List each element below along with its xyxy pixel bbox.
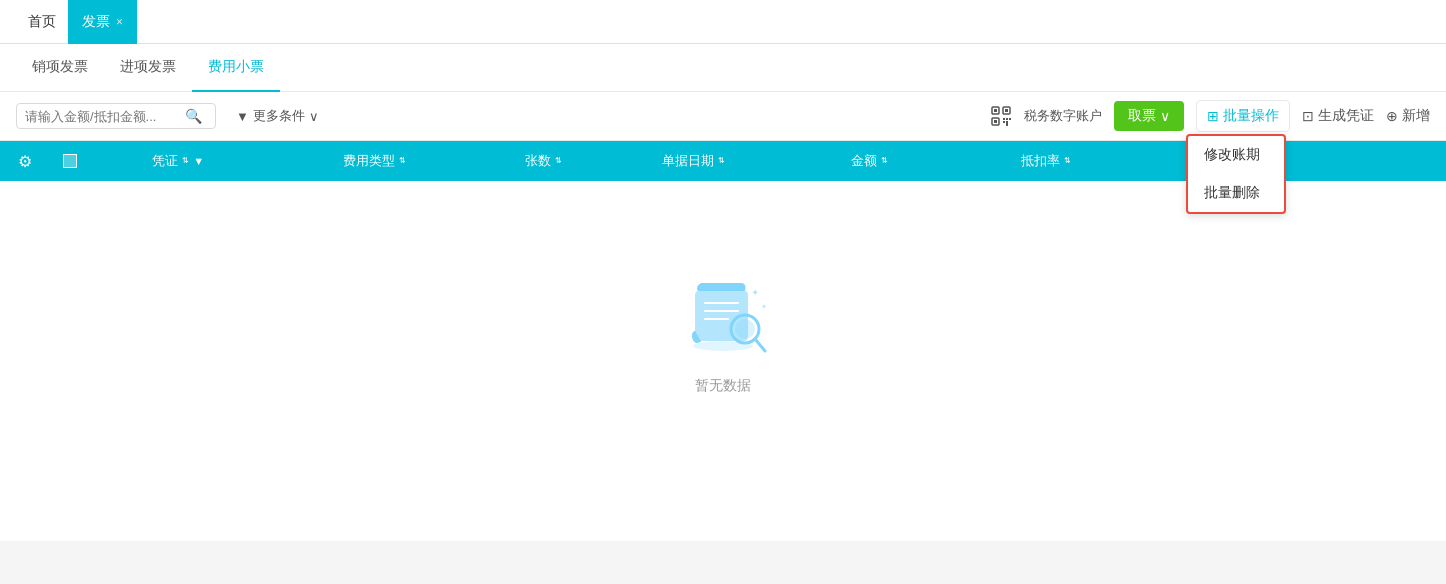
gen-voucher-icon: ⊡ <box>1302 108 1314 124</box>
svg-line-17 <box>755 339 765 351</box>
empty-text: 暂无数据 <box>695 377 751 395</box>
th-extra <box>1350 141 1446 181</box>
dropdown-menu: 修改账期 批量删除 <box>1186 134 1286 214</box>
tab-sales[interactable]: 销项发票 <box>16 44 104 92</box>
add-button[interactable]: ⊕ 新增 <box>1386 107 1430 125</box>
tab-purchase-label: 进项发票 <box>120 58 176 76</box>
batch-op-label: 批量操作 <box>1223 107 1279 125</box>
sort-voucher-icon[interactable]: ⇅ <box>182 157 189 165</box>
sort-deduct-rate-icon[interactable]: ⇅ <box>1064 157 1071 165</box>
svg-rect-6 <box>1003 118 1005 120</box>
dropdown-item-batch-delete[interactable]: 批量删除 <box>1188 174 1284 212</box>
add-label: 新增 <box>1402 107 1430 125</box>
th-checkbox[interactable] <box>50 141 90 181</box>
svg-rect-4 <box>1005 109 1008 112</box>
svg-point-16 <box>735 319 755 339</box>
sort-count-icon[interactable]: ⇅ <box>555 157 562 165</box>
take-ticket-chevron: ∨ <box>1160 108 1170 124</box>
batch-op-button[interactable]: ⊞ 批量操作 <box>1196 100 1290 132</box>
top-nav: 首页 发票 × <box>0 0 1446 44</box>
th-expense-type: 费用类型 ⇅ <box>266 141 482 181</box>
gen-voucher-button[interactable]: ⊡ 生成凭证 <box>1302 107 1374 125</box>
select-all-checkbox[interactable] <box>63 154 77 168</box>
sort-date-icon[interactable]: ⇅ <box>718 157 725 165</box>
tax-account-label: 税务数字账户 <box>1024 108 1102 123</box>
th-settings: ⚙ <box>0 141 50 181</box>
batch-op-icon: ⊞ <box>1207 108 1219 124</box>
tax-account-button[interactable]: 税务数字账户 <box>1024 107 1102 125</box>
invoice-tab-label: 发票 <box>82 13 110 31</box>
search-wrap: 🔍 <box>16 103 216 129</box>
home-link[interactable]: 首页 <box>16 13 68 31</box>
invoice-tab[interactable]: 发票 × <box>68 0 137 44</box>
filter-icon: ▼ <box>236 109 249 124</box>
gen-voucher-label: 生成凭证 <box>1318 107 1374 125</box>
filter-button[interactable]: ▼ 更多条件 ∨ <box>228 103 327 129</box>
svg-rect-7 <box>1006 118 1008 120</box>
toolbar: 销项发票 进项发票 费用小票 <box>0 44 1446 92</box>
action-bar: 🔍 ▼ 更多条件 ∨ 税务数字账户 <box>0 92 1446 141</box>
sort-amount-icon[interactable]: ⇅ <box>881 157 888 165</box>
svg-rect-9 <box>1006 121 1008 126</box>
tab-sales-label: 销项发票 <box>32 58 88 76</box>
svg-rect-5 <box>994 120 997 123</box>
svg-text:✦: ✦ <box>751 287 759 298</box>
filter-chevron-icon: ∨ <box>309 109 319 124</box>
svg-rect-10 <box>1009 118 1011 120</box>
empty-illustration: ✦ ✦ <box>673 261 773 361</box>
search-input[interactable] <box>25 109 185 124</box>
svg-rect-8 <box>1003 121 1005 123</box>
empty-state: ✦ ✦ 暂无数据 <box>0 181 1446 475</box>
right-actions: 税务数字账户 取票 ∨ ⊞ 批量操作 ⊡ 生成凭证 ⊕ 新增 <box>990 100 1430 132</box>
th-count: 张数 ⇅ <box>482 141 605 181</box>
tab-purchase[interactable]: 进项发票 <box>104 44 192 92</box>
svg-rect-3 <box>994 109 997 112</box>
take-ticket-label: 取票 <box>1128 107 1156 125</box>
filter-voucher-icon[interactable]: ▼ <box>193 155 204 167</box>
take-ticket-button[interactable]: 取票 ∨ <box>1114 101 1184 131</box>
th-amount: 金额 ⇅ <box>781 141 957 181</box>
tab-expense[interactable]: 费用小票 <box>192 44 280 92</box>
close-icon[interactable]: × <box>116 15 123 29</box>
th-date: 单据日期 ⇅ <box>605 141 781 181</box>
settings-icon[interactable]: ⚙ <box>18 152 32 171</box>
filter-label: 更多条件 <box>253 107 305 125</box>
qr-icon-button[interactable] <box>990 105 1012 127</box>
th-deduct-rate: 抵扣率 ⇅ <box>958 141 1134 181</box>
search-icon[interactable]: 🔍 <box>185 108 202 124</box>
sort-expense-type-icon[interactable]: ⇅ <box>399 157 406 165</box>
dropdown-item-modify-period[interactable]: 修改账期 <box>1188 136 1284 174</box>
svg-text:✦: ✦ <box>761 303 767 310</box>
th-voucher: 凭证 ⇅ ▼ <box>90 141 266 181</box>
add-icon: ⊕ <box>1386 108 1398 124</box>
tab-expense-label: 费用小票 <box>208 58 264 76</box>
